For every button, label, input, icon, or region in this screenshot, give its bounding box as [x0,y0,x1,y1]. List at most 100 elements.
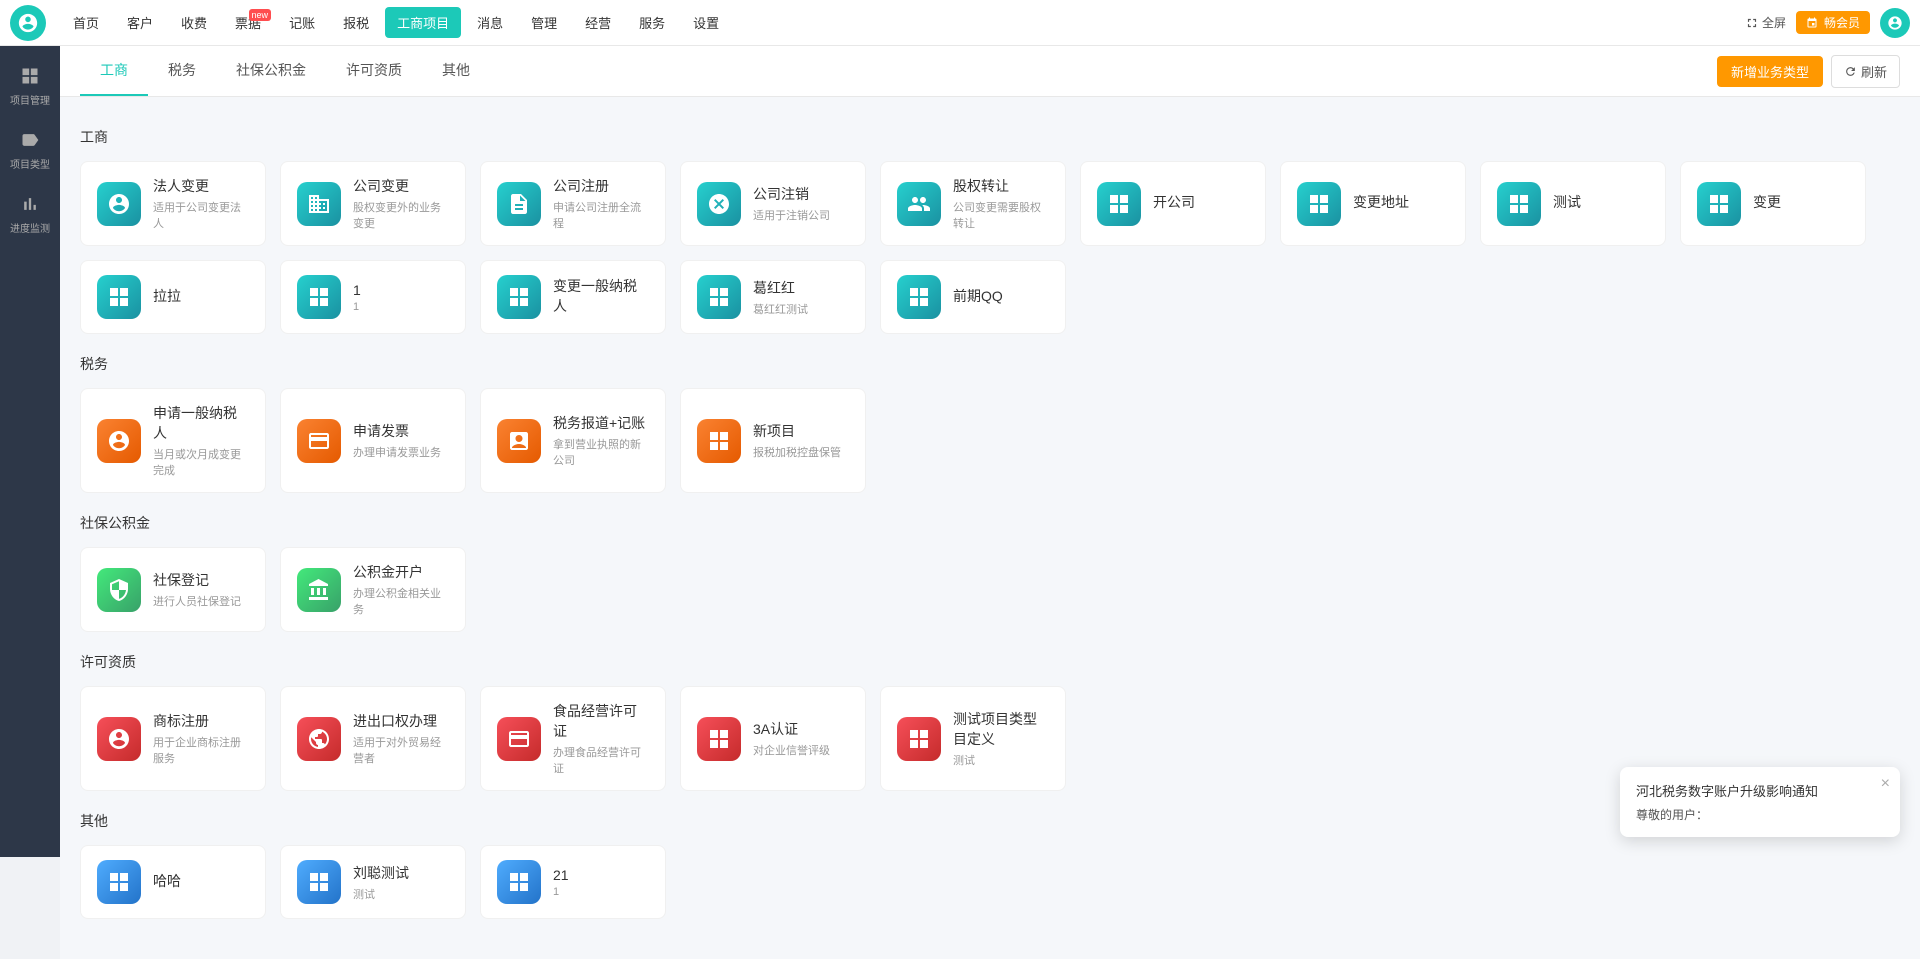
nav-home[interactable]: 首页 [61,7,111,38]
cards-social: 社保登记 进行人员社保登记 公积金开户 办理公积金相关业务 [80,547,1900,632]
card-social-register[interactable]: 社保登记 进行人员社保登记 [80,547,266,632]
card-change-address[interactable]: 变更地址 [1280,161,1466,246]
provident-fund-icon [297,568,341,612]
nav-tax[interactable]: 报税 [331,7,381,38]
card-one[interactable]: 1 1 [280,260,466,334]
trademark-icon [97,717,141,761]
card-change-taxpayer[interactable]: 变更一般纳税人 [480,260,666,334]
haha-icon [97,860,141,904]
tab-license[interactable]: 许可资质 [326,46,422,96]
card-3a-cert[interactable]: 3A认证 对企业信誉评级 [680,686,866,791]
nav-admin[interactable]: 管理 [519,7,569,38]
card-text: 公积金开户 办理公积金相关业务 [353,562,449,617]
sidebar-item-progress[interactable]: 进度监测 [5,184,55,243]
user-avatar[interactable] [1880,8,1910,38]
card-text: 进出口权办理 适用于对外贸易经营者 [353,711,449,766]
legal-change-icon [97,182,141,226]
card-text: 变更一般纳税人 [553,276,649,319]
app-logo [10,5,46,41]
top-navigation: 首页 客户 收费 票据 new 记账 报税 工商项目 消息 管理 经营 服务 设… [0,0,1920,46]
grid-icon [18,64,42,88]
nav-settings[interactable]: 设置 [681,7,731,38]
refresh-button[interactable]: 刷新 [1831,55,1900,88]
card-new-project[interactable]: 新项目 报税加税控盘保管 [680,388,866,493]
card-liu-cong[interactable]: 刘聪测试 测试 [280,845,466,919]
card-apply-taxpayer[interactable]: 申请一般纳税人 当月或次月成变更完成 [80,388,266,493]
card-lala[interactable]: 拉拉 [80,260,266,334]
card-text: 社保登记 进行人员社保登记 [153,570,241,609]
card-text: 1 1 [353,282,361,313]
card-text: 刘聪测试 测试 [353,863,409,902]
card-import-export[interactable]: 进出口权办理 适用于对外贸易经营者 [280,686,466,791]
card-company-change[interactable]: 公司变更 股权变更外的业务变更 [280,161,466,246]
card-earlier-qq[interactable]: 前期QQ [880,260,1066,334]
new-badge: new [249,9,272,21]
notification-close-button[interactable]: × [1881,775,1890,793]
tab-bar: 工商 税务 社保公积金 许可资质 其他 新增业务类型 刷新 [60,46,1920,97]
card-provident-fund[interactable]: 公积金开户 办理公积金相关业务 [280,547,466,632]
nav-message[interactable]: 消息 [465,7,515,38]
section-title-tax: 税务 [80,354,1900,374]
nav-invoice[interactable]: 票据 new [223,7,273,38]
social-register-icon [97,568,141,612]
card-21[interactable]: 21 1 [480,845,666,919]
card-change2[interactable]: 变更 [1680,161,1866,246]
card-tax-report[interactable]: 税务报道+记账 拿到营业执照的新公司 [480,388,666,493]
apply-invoice-icon [297,419,341,463]
add-type-button[interactable]: 新增业务类型 [1717,56,1823,87]
card-text: 拉拉 [153,286,181,309]
3a-cert-icon [697,717,741,761]
tab-industrial[interactable]: 工商 [80,46,148,96]
tab-tax[interactable]: 税务 [148,46,216,96]
nav-menu: 首页 客户 收费 票据 new 记账 报税 工商项目 消息 管理 经营 服务 设… [61,7,1745,38]
card-text: 税务报道+记账 拿到营业执照的新公司 [553,413,649,468]
cards-industrial: 法人变更 适用于公司变更法人 公司变更 股权变更外的业务变更 公司注册 [80,161,1900,334]
nav-service[interactable]: 服务 [627,7,677,38]
card-haha[interactable]: 哈哈 [80,845,266,919]
notification-title: 河北税务数字账户升级影响通知 [1636,781,1884,800]
change2-icon [1697,182,1741,226]
card-test-type[interactable]: 测试项目类型目定义 测试 [880,686,1066,791]
sidebar-item-project-manage[interactable]: 项目管理 [5,56,55,115]
nav-industrial[interactable]: 工商项目 [385,7,461,38]
card-text: 21 1 [553,867,569,898]
card-equity-transfer[interactable]: 股权转让 公司变更需要股权转让 [880,161,1066,246]
earlier-qq-icon [897,275,941,319]
card-ge-honghong[interactable]: 葛红红 葛红红测试 [680,260,866,334]
card-text: 申请发票 办理申请发票业务 [353,421,441,460]
open-company-icon [1097,182,1141,226]
change-taxpayer-icon [497,275,541,319]
chart-icon [18,192,42,216]
fullscreen-button[interactable]: 全屏 [1745,14,1786,31]
card-apply-invoice[interactable]: 申请发票 办理申请发票业务 [280,388,466,493]
test-type-icon [897,717,941,761]
member-button[interactable]: 畅会员 [1796,11,1870,34]
card-test[interactable]: 测试 [1480,161,1666,246]
test-icon [1497,182,1541,226]
sidebar: 项目管理 项目类型 进度监测 [0,46,60,857]
card-text: 股权转让 公司变更需要股权转让 [953,176,1049,231]
card-food-license[interactable]: 食品经营许可证 办理食品经营许可证 [480,686,666,791]
card-text: 测试项目类型目定义 测试 [953,709,1049,768]
card-trademark[interactable]: 商标注册 用于企业商标注册服务 [80,686,266,791]
nav-customer[interactable]: 客户 [115,7,165,38]
nav-bookkeeping[interactable]: 记账 [277,7,327,38]
card-text: 食品经营许可证 办理食品经营许可证 [553,701,649,776]
card-text: 葛红红 葛红红测试 [753,278,808,317]
card-text: 法人变更 适用于公司变更法人 [153,176,249,231]
nav-operation[interactable]: 经营 [573,7,623,38]
tab-actions: 新增业务类型 刷新 [1717,55,1900,88]
card-company-cancel[interactable]: 公司注销 适用于注销公司 [680,161,866,246]
tabs: 工商 税务 社保公积金 许可资质 其他 [80,46,1717,96]
tab-other[interactable]: 其他 [422,46,490,96]
card-text: 前期QQ [953,286,1003,309]
sidebar-item-project-type[interactable]: 项目类型 [5,120,55,179]
nav-billing[interactable]: 收费 [169,7,219,38]
card-text: 哈哈 [153,871,181,894]
card-company-register[interactable]: 公司注册 申请公司注册全流程 [480,161,666,246]
company-cancel-icon [697,182,741,226]
card-legal-change[interactable]: 法人变更 适用于公司变更法人 [80,161,266,246]
card-open-company[interactable]: 开公司 [1080,161,1266,246]
tab-social-insurance[interactable]: 社保公积金 [216,46,326,96]
card-text: 测试 [1553,192,1581,215]
